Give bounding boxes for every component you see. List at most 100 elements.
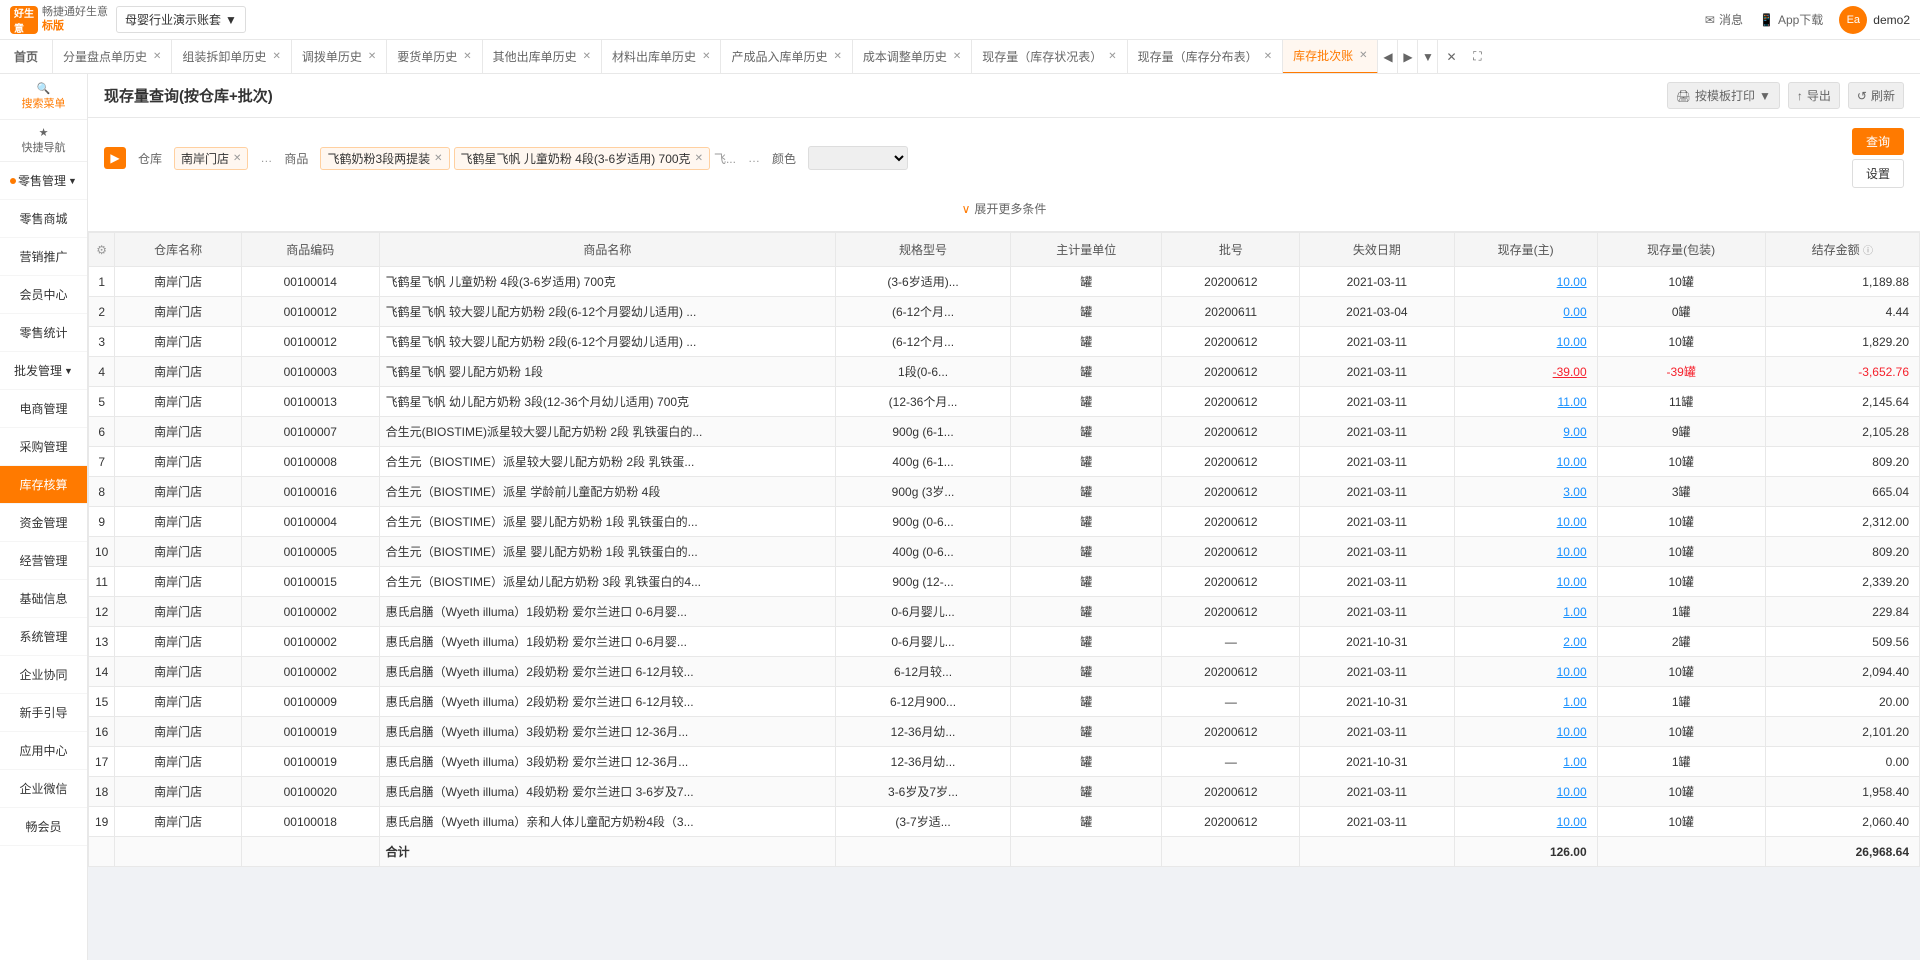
app-download-button[interactable]: 📱 App下载 bbox=[1759, 11, 1823, 28]
cell-amount: 509.56 bbox=[1765, 627, 1919, 657]
filter-expand-icon[interactable]: ▶ bbox=[104, 147, 126, 169]
sidebar-item-retail[interactable]: 零售管理 ▼ bbox=[0, 162, 87, 200]
message-button[interactable]: ✉ 消息 bbox=[1705, 11, 1743, 28]
tab-close-icon[interactable]: ✕ bbox=[702, 51, 710, 62]
sidebar-item-member[interactable]: 会员中心 bbox=[0, 276, 87, 314]
cell-stock-main[interactable]: 10.00 bbox=[1454, 807, 1597, 837]
setting-button[interactable]: 设置 bbox=[1852, 159, 1904, 188]
org-selector[interactable]: 母婴行业演示账套 ▼ bbox=[116, 6, 246, 33]
tab-close-icon[interactable]: ✕ bbox=[953, 51, 961, 62]
cell-stock-main[interactable]: 1.00 bbox=[1454, 597, 1597, 627]
tab-disassemble[interactable]: 组装拆卸单历史 ✕ bbox=[172, 40, 291, 74]
filter-more-button[interactable]: … bbox=[260, 151, 272, 165]
cell-stock-main[interactable]: -39.00 bbox=[1454, 357, 1597, 387]
print-button[interactable]: 🖨 按模板打印 ▼ bbox=[1667, 82, 1780, 109]
tag-close-button[interactable]: ✕ bbox=[233, 153, 241, 164]
tab-next-button[interactable]: ▶ bbox=[1398, 40, 1418, 74]
query-button[interactable]: 查询 bbox=[1852, 128, 1904, 155]
tab-close-all-button[interactable]: ✕ bbox=[1438, 40, 1464, 74]
cell-spec: (6-12个月... bbox=[836, 327, 1011, 357]
sidebar-item-ops[interactable]: 经营管理 bbox=[0, 542, 87, 580]
sidebar-item-company[interactable]: 企业协同 bbox=[0, 656, 87, 694]
settings-icon[interactable]: ⚙ bbox=[96, 243, 107, 257]
color-dropdown[interactable] bbox=[808, 146, 908, 170]
tab-batch-account[interactable]: 库存批次账 ✕ bbox=[1283, 40, 1378, 74]
sidebar-quick-nav[interactable]: ★ 快捷导航 bbox=[0, 120, 87, 162]
tab-prev-button[interactable]: ◀ bbox=[1378, 40, 1398, 74]
cell-stock-main[interactable]: 10.00 bbox=[1454, 447, 1597, 477]
sidebar-item-purchase[interactable]: 采购管理 bbox=[0, 428, 87, 466]
cell-stock-main[interactable]: 0.00 bbox=[1454, 297, 1597, 327]
sidebar-item-appstore[interactable]: 应用中心 bbox=[0, 732, 87, 770]
sidebar-item-finance[interactable]: 资金管理 bbox=[0, 504, 87, 542]
cell-stock-main[interactable]: 1.00 bbox=[1454, 747, 1597, 777]
tab-close-icon[interactable]: ✕ bbox=[463, 51, 471, 62]
cell-stock-main[interactable]: 2.00 bbox=[1454, 627, 1597, 657]
sidebar-item-ecommerce[interactable]: 电商管理 bbox=[0, 390, 87, 428]
expand-arrow-icon: ∨ bbox=[962, 202, 971, 216]
sidebar-search[interactable]: 🔍 搜索菜单 bbox=[0, 74, 87, 120]
product-filter-more[interactable]: 飞... bbox=[714, 150, 736, 167]
tab-stock-status[interactable]: 现存量（库存状况表） ✕ bbox=[972, 40, 1127, 74]
sidebar-item-member2[interactable]: 畅会员 bbox=[0, 808, 87, 846]
cell-stock-main[interactable]: 11.00 bbox=[1454, 387, 1597, 417]
sidebar-item-wholesale[interactable]: 批发管理 ▼ bbox=[0, 352, 87, 390]
th-checkbox[interactable]: ⚙ bbox=[89, 233, 115, 267]
tab-material-out[interactable]: 材料出库单历史 ✕ bbox=[602, 40, 721, 74]
tab-close-icon[interactable]: ✕ bbox=[272, 51, 280, 62]
tab-split-check[interactable]: 分量盘点单历史 ✕ bbox=[53, 40, 172, 74]
tag-close-button[interactable]: ✕ bbox=[434, 153, 442, 164]
tab-require[interactable]: 要货单历史 ✕ bbox=[387, 40, 482, 74]
cell-amount: 229.84 bbox=[1765, 597, 1919, 627]
tab-product-in[interactable]: 产成品入库单历史 ✕ bbox=[721, 40, 852, 74]
tab-stock-dist[interactable]: 现存量（库存分布表） ✕ bbox=[1128, 40, 1283, 74]
export-button[interactable]: ↑ 导出 bbox=[1788, 82, 1840, 109]
cell-stock-main[interactable]: 9.00 bbox=[1454, 417, 1597, 447]
cell-stock-main[interactable]: 10.00 bbox=[1454, 717, 1597, 747]
cell-amount: 1,958.40 bbox=[1765, 777, 1919, 807]
table-row: 18 南岸门店 00100020 惠氏启膳（Wyeth illuma）4段奶粉 … bbox=[89, 777, 1920, 807]
cell-stock-main[interactable]: 10.00 bbox=[1454, 267, 1597, 297]
cell-stock-main[interactable]: 1.00 bbox=[1454, 687, 1597, 717]
cell-stock-main[interactable]: 10.00 bbox=[1454, 657, 1597, 687]
sidebar-item-newuser[interactable]: 新手引导 bbox=[0, 694, 87, 732]
tab-close-icon[interactable]: ✕ bbox=[153, 51, 161, 62]
tab-close-icon[interactable]: ✕ bbox=[1108, 51, 1116, 62]
sidebar-item-enterprise-wechat[interactable]: 企业微信 bbox=[0, 770, 87, 808]
expand-more-conditions[interactable]: ∨ 展开更多条件 bbox=[104, 196, 1904, 221]
cell-spec: 900g (6-1... bbox=[836, 417, 1011, 447]
tag-close-button[interactable]: ✕ bbox=[695, 153, 703, 164]
tab-transfer[interactable]: 调拨单历史 ✕ bbox=[292, 40, 387, 74]
cell-stock-main[interactable]: 3.00 bbox=[1454, 477, 1597, 507]
cell-expire: 2021-10-31 bbox=[1300, 627, 1454, 657]
sidebar-item-system[interactable]: 系统管理 bbox=[0, 618, 87, 656]
cell-stock-main[interactable]: 10.00 bbox=[1454, 507, 1597, 537]
sidebar-item-retail-stats[interactable]: 零售统计 bbox=[0, 314, 87, 352]
sidebar-item-marketing[interactable]: 营销推广 bbox=[0, 238, 87, 276]
row-index: 16 bbox=[89, 717, 115, 747]
refresh-button[interactable]: ↺ 刷新 bbox=[1848, 82, 1904, 109]
product-more-btn[interactable]: … bbox=[748, 151, 760, 165]
tab-close-icon[interactable]: ✕ bbox=[833, 51, 841, 62]
tab-close-icon[interactable]: ✕ bbox=[583, 51, 591, 62]
tab-maximize-button[interactable]: ⛶ bbox=[1464, 40, 1490, 74]
info-icon[interactable]: ⓘ bbox=[1863, 246, 1873, 257]
user-area[interactable]: Ea demo2 bbox=[1839, 6, 1910, 34]
tab-home[interactable]: 首页 bbox=[0, 40, 53, 74]
cell-stock-main[interactable]: 10.00 bbox=[1454, 537, 1597, 567]
tab-close-icon[interactable]: ✕ bbox=[1359, 50, 1367, 61]
cell-warehouse: 南岸门店 bbox=[115, 447, 242, 477]
tab-cost-adjust[interactable]: 成本调整单历史 ✕ bbox=[853, 40, 972, 74]
table-row: 12 南岸门店 00100002 惠氏启膳（Wyeth illuma）1段奶粉 … bbox=[89, 597, 1920, 627]
cell-stock-main[interactable]: 10.00 bbox=[1454, 567, 1597, 597]
sidebar-item-basic[interactable]: 基础信息 bbox=[0, 580, 87, 618]
cell-stock-main[interactable]: 10.00 bbox=[1454, 327, 1597, 357]
sidebar-item-retail-shop[interactable]: 零售商城 bbox=[0, 200, 87, 238]
tab-other-out[interactable]: 其他出库单历史 ✕ bbox=[483, 40, 602, 74]
th-amount: 结存金额 ⓘ bbox=[1765, 233, 1919, 267]
sidebar-item-inventory[interactable]: 库存核算 bbox=[0, 466, 87, 504]
cell-stock-main[interactable]: 10.00 bbox=[1454, 777, 1597, 807]
tab-close-icon[interactable]: ✕ bbox=[368, 51, 376, 62]
tab-more-button[interactable]: ▼ bbox=[1418, 40, 1438, 74]
tab-close-icon[interactable]: ✕ bbox=[1264, 51, 1272, 62]
